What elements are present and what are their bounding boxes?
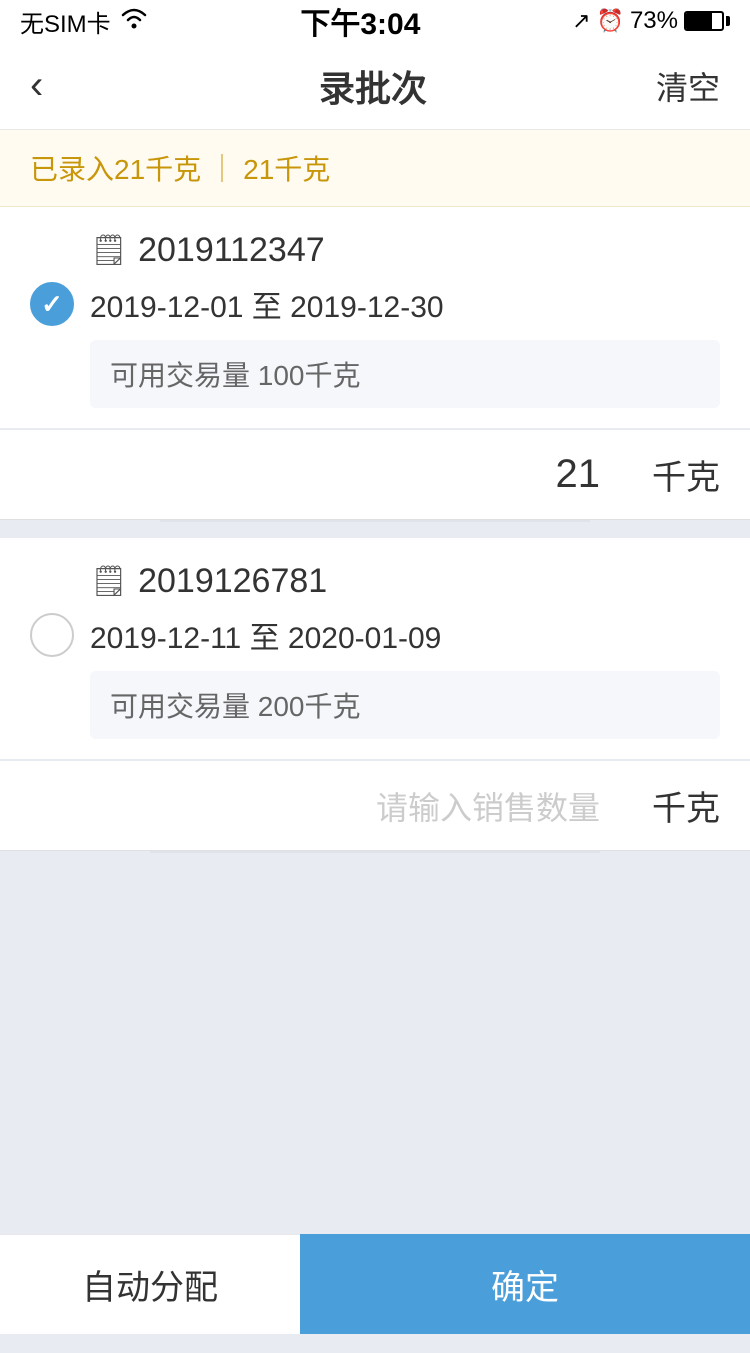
status-time: 下午3:04	[300, 0, 420, 43]
confirm-button[interactable]: 确定	[300, 1234, 750, 1334]
batch1-row: 2019-12-01 至 2019-12-30	[30, 282, 720, 326]
wifi-icon	[119, 7, 149, 36]
page-title: 录批次	[319, 60, 427, 112]
batch1-id: 2019112347	[138, 231, 325, 270]
auto-distribute-button[interactable]: 自动分配	[0, 1234, 300, 1334]
batch-card-2: 🗒 2019126781 2019-12-11 至 2020-01-09 可用交…	[0, 538, 750, 759]
batch2-qty-row: 请输入销售数量 千克	[0, 761, 750, 851]
batch2-row: 2019-12-11 至 2020-01-09	[30, 613, 720, 657]
info-divider	[221, 154, 223, 182]
nav-bar: ‹ 录批次 清空	[0, 42, 750, 130]
back-button[interactable]: ‹	[30, 63, 90, 108]
location-icon: ↗	[572, 8, 590, 34]
battery-icon	[684, 11, 730, 31]
batch2-id: 2019126781	[138, 562, 327, 601]
carrier-text: 无SIM卡	[20, 4, 111, 39]
total-amount: 21千克	[243, 148, 330, 188]
batch2-date-range: 2019-12-11 至 2020-01-09	[90, 613, 441, 657]
status-left: 无SIM卡	[20, 4, 149, 39]
batch1-radio[interactable]	[30, 282, 74, 326]
batch-card-1: 🗒 2019112347 2019-12-01 至 2019-12-30 可用交…	[0, 207, 750, 428]
batch1-qty-row: 21 千克	[0, 430, 750, 520]
batch1-header: 🗒 2019112347	[90, 231, 720, 270]
batch1-doc-icon: 🗒	[90, 233, 128, 268]
alarm-icon: ⏰	[597, 8, 624, 34]
battery-percent: 73%	[630, 7, 678, 35]
batch2-radio[interactable]	[30, 613, 74, 657]
status-right: ↗ ⏰ 73%	[572, 7, 730, 35]
batch1-date-range: 2019-12-01 至 2019-12-30	[90, 282, 444, 326]
batch2-qty-unit: 千克	[652, 781, 720, 830]
main-content: 🗒 2019112347 2019-12-01 至 2019-12-30 可用交…	[0, 207, 750, 1353]
info-bar: 已录入21千克 21千克	[0, 130, 750, 207]
batch2-available: 可用交易量 200千克	[90, 671, 720, 739]
empty-area	[0, 853, 750, 1253]
batch1-qty-value: 21	[556, 452, 601, 497]
recorded-amount: 已录入21千克	[30, 148, 201, 188]
clear-button[interactable]: 清空	[656, 63, 720, 109]
batch2-doc-icon: 🗒	[90, 564, 128, 599]
status-bar: 无SIM卡 下午3:04 ↗ ⏰ 73%	[0, 0, 750, 42]
card-separator	[0, 522, 750, 538]
batch1-available: 可用交易量 100千克	[90, 340, 720, 408]
batch2-header: 🗒 2019126781	[90, 562, 720, 601]
batch1-qty-unit: 千克	[652, 450, 720, 499]
bottom-bar: 自动分配 确定	[0, 1234, 750, 1334]
batch2-qty-placeholder: 请输入销售数量	[376, 783, 600, 829]
